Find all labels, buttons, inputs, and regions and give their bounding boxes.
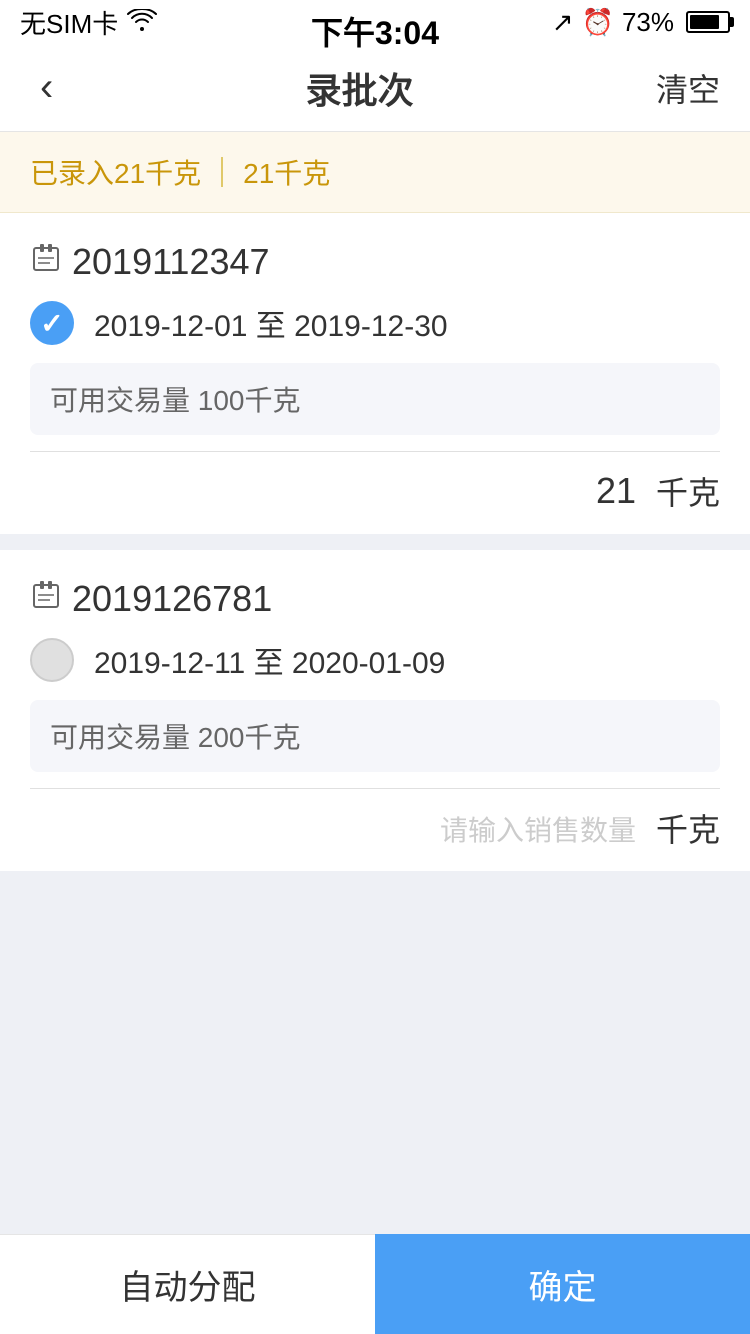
status-left: 无SIM卡 (20, 4, 158, 41)
bottom-area (0, 871, 750, 1271)
batch-1-unit: 千克 (656, 468, 720, 514)
batch-2-header: 2019126781 (0, 550, 750, 630)
page-title: 录批次 (306, 62, 414, 114)
section-separator-1 (0, 534, 750, 550)
batch-2-unit: 千克 (656, 805, 720, 851)
batch-1-available: 可用交易量 100千克 (30, 363, 720, 435)
batch-1-icon (30, 242, 62, 282)
battery-icon (686, 11, 730, 33)
no-sim-label: 无SIM卡 (20, 4, 118, 41)
bottom-buttons: 自动分配 确定 (0, 1234, 750, 1334)
batch-2-date: 2019-12-11 至 2020-01-09 (94, 638, 445, 682)
info-divider (221, 157, 223, 187)
back-button[interactable]: ‹ (30, 55, 63, 120)
confirm-button[interactable]: 确定 (375, 1234, 750, 1334)
batch-item-1: 2019112347 ✓ 2019-12-01 至 2019-12-30 可用交… (0, 213, 750, 534)
status-time: 下午3:04 (311, 8, 439, 54)
batch-2-input-row: 千克 (0, 789, 750, 871)
battery-percent: 73% (622, 7, 674, 38)
clear-button[interactable]: 清空 (656, 65, 720, 111)
batch-1-header: 2019112347 (0, 213, 750, 293)
batch-2-checkbox[interactable] (30, 638, 74, 682)
checkmark-icon: ✓ (40, 307, 63, 340)
batch-1-id: 2019112347 (72, 241, 270, 283)
info-banner: 已录入21千克 21千克 (0, 132, 750, 213)
batch-item-2: 2019126781 2019-12-11 至 2020-01-09 可用交易量… (0, 550, 750, 871)
wifi-icon (126, 7, 158, 38)
batch-1-input-row: 21 千克 (0, 452, 750, 534)
batch-1-qty: 21 (30, 470, 636, 512)
location-icon: ↗ (552, 7, 574, 38)
nav-bar: ‹ 录批次 清空 (0, 44, 750, 132)
auto-distribute-button[interactable]: 自动分配 (0, 1234, 375, 1334)
batch-2-qty-input[interactable] (236, 807, 636, 849)
batch-2-date-row[interactable]: 2019-12-11 至 2020-01-09 (0, 630, 750, 690)
batch-1-date-row[interactable]: ✓ 2019-12-01 至 2019-12-30 (0, 293, 750, 353)
batch-2-icon (30, 579, 62, 619)
recorded-amount-label: 已录入21千克 (30, 152, 201, 192)
batch-1-date: 2019-12-01 至 2019-12-30 (94, 301, 448, 345)
recorded-amount-value: 21千克 (243, 152, 330, 192)
batch-2-available: 可用交易量 200千克 (30, 700, 720, 772)
batch-2-id: 2019126781 (72, 578, 272, 620)
alarm-icon: ⏰ (582, 7, 614, 38)
status-right: ↗ ⏰ 73% (552, 7, 730, 38)
status-bar: 无SIM卡 下午3:04 ↗ ⏰ 73% (0, 0, 750, 44)
batch-1-checkbox[interactable]: ✓ (30, 301, 74, 345)
